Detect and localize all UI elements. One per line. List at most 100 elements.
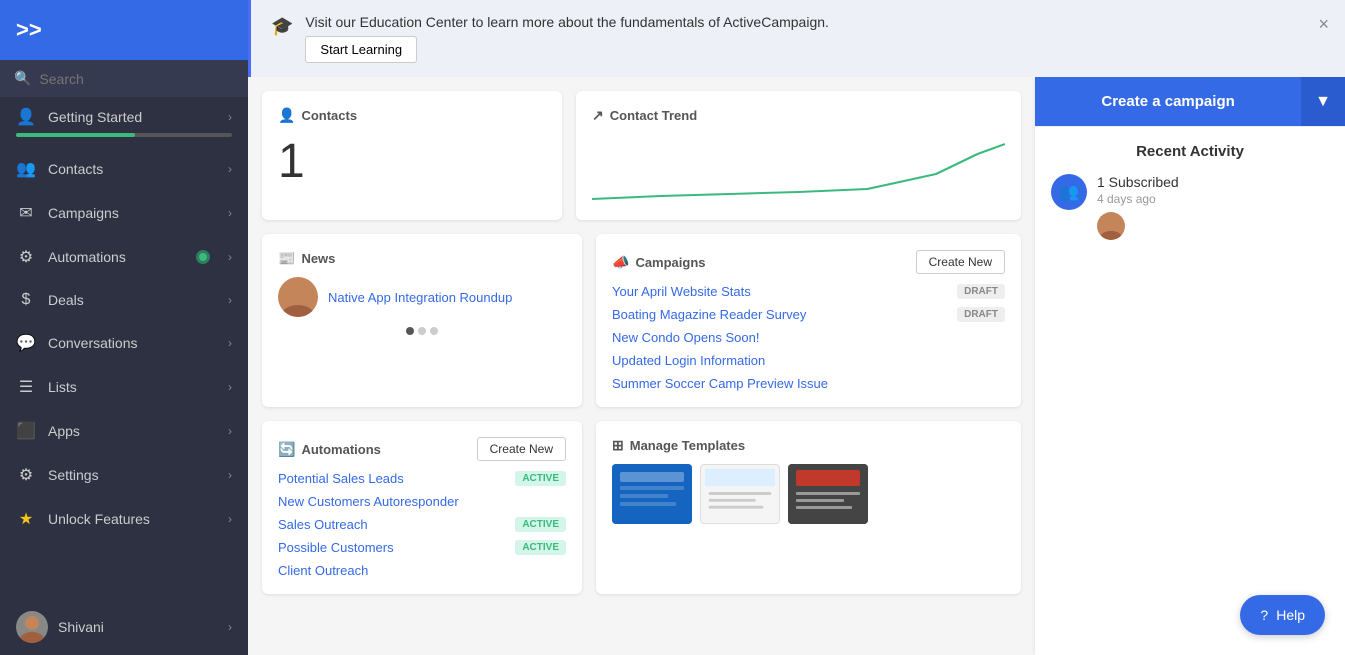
center-panel: 👤 Contacts 1 ↗ Contact Trend [248, 77, 1035, 655]
automations-card-header: 🔄 Automations Create New [278, 437, 566, 461]
automation-name[interactable]: Potential Sales Leads [278, 471, 404, 486]
automation-name[interactable]: Possible Customers [278, 540, 394, 555]
sidebar-item-label-automations: Automations [48, 249, 126, 265]
automation-name[interactable]: Sales Outreach [278, 517, 368, 532]
sidebar-item-unlock-features[interactable]: ★ Unlock Features › [0, 497, 248, 541]
sidebar-item-contacts[interactable]: 👥 Contacts › [0, 147, 248, 191]
automations-create-new-button[interactable]: Create New [477, 437, 566, 461]
apps-arrow: › [228, 424, 232, 438]
campaign-name[interactable]: Updated Login Information [612, 353, 765, 368]
sidebar-item-label-contacts: Contacts [48, 161, 103, 177]
user-menu[interactable]: Shivani › [0, 599, 248, 655]
settings-arrow: › [228, 468, 232, 482]
create-campaign-button[interactable]: Create a campaign [1035, 77, 1301, 126]
mid-row: 📰 News Native App Integration Roundup [262, 234, 1021, 407]
trend-card: ↗ Contact Trend [576, 91, 1021, 220]
search-icon: 🔍 [14, 70, 31, 87]
sidebar-item-label-campaigns: Campaigns [48, 205, 119, 221]
unlock-icon: ★ [16, 509, 36, 529]
automation-name[interactable]: New Customers Autoresponder [278, 494, 459, 509]
automations-card: 🔄 Automations Create New Potential Sales… [262, 421, 582, 594]
campaigns-arrow: › [228, 206, 232, 220]
getting-started-arrow: › [228, 110, 232, 124]
automation-name[interactable]: Client Outreach [278, 563, 368, 578]
news-dot-3[interactable] [430, 327, 438, 335]
news-dot-1[interactable] [406, 327, 414, 335]
table-row: Updated Login Information [612, 353, 1005, 368]
apps-icon: ⬛ [16, 421, 36, 441]
dashboard-body: 👤 Contacts 1 ↗ Contact Trend [248, 77, 1345, 655]
sidebar-item-automations[interactable]: ⚙ Automations › [0, 235, 248, 279]
main-content: 🎓 Visit our Education Center to learn mo… [248, 0, 1345, 655]
getting-started-icon: 👤 [16, 107, 36, 127]
news-item: Native App Integration Roundup [278, 277, 566, 317]
campaigns-title: 📣 Campaigns [612, 254, 706, 271]
banner-text: Visit our Education Center to learn more… [305, 14, 829, 30]
automations-arrow: › [228, 250, 232, 264]
trend-icon: ↗ [592, 107, 604, 124]
recent-activity: Recent Activity 👥 1 Subscribed 4 days ag… [1035, 127, 1345, 256]
sidebar-item-conversations[interactable]: 💬 Conversations › [0, 321, 248, 365]
contacts-icon: 👥 [16, 159, 36, 179]
activity-user-avatar [1097, 212, 1125, 240]
bottom-row: 🔄 Automations Create New Potential Sales… [262, 421, 1021, 594]
templates-icon: ⊞ [612, 437, 624, 454]
search-bar[interactable]: 🔍 [0, 60, 248, 97]
progress-bar-wrap [16, 133, 232, 137]
trend-card-title: ↗ Contact Trend [592, 107, 1005, 124]
automation-badge: ACTIVE [515, 517, 566, 532]
campaign-name[interactable]: Your April Website Stats [612, 284, 751, 299]
sidebar-item-campaigns[interactable]: ✉ Campaigns › [0, 191, 248, 235]
campaign-list: Your April Website Stats DRAFT Boating M… [612, 284, 1005, 391]
user-name: Shivani [58, 619, 104, 635]
template-previews [612, 464, 1005, 524]
activity-avatar: 👥 [1051, 174, 1087, 210]
automations-card-icon: 🔄 [278, 441, 295, 458]
sidebar-item-apps[interactable]: ⬛ Apps › [0, 409, 248, 453]
sidebar-item-getting-started[interactable]: 👤 Getting Started › [0, 97, 248, 147]
automations-active-dot [194, 248, 212, 266]
banner-close-button[interactable]: × [1318, 14, 1329, 35]
template-preview-2[interactable] [700, 464, 780, 524]
progress-bar-fill [16, 133, 135, 137]
campaign-name[interactable]: Summer Soccer Camp Preview Issue [612, 376, 828, 391]
create-campaign-dropdown-button[interactable]: ▼ [1301, 77, 1345, 126]
help-label: Help [1276, 607, 1305, 623]
deals-arrow: › [228, 293, 232, 307]
campaigns-card-icon: 📣 [612, 254, 629, 271]
sidebar-item-label-conversations: Conversations [48, 335, 138, 351]
trend-chart [592, 134, 1005, 204]
automations-card-title: 🔄 Automations [278, 441, 381, 458]
campaign-name[interactable]: New Condo Opens Soon! [612, 330, 759, 345]
sidebar-item-lists[interactable]: ☰ Lists › [0, 365, 248, 409]
contacts-card: 👤 Contacts 1 [262, 91, 562, 220]
sidebar-item-deals[interactable]: $ Deals › [0, 279, 248, 321]
campaigns-create-new-button[interactable]: Create New [916, 250, 1005, 274]
template-preview-3[interactable] [788, 464, 868, 524]
news-avatar [278, 277, 318, 317]
expand-icon[interactable]: >> [16, 17, 42, 43]
top-row: 👤 Contacts 1 ↗ Contact Trend [262, 91, 1021, 220]
start-learning-button[interactable]: Start Learning [305, 36, 417, 63]
news-dot-2[interactable] [418, 327, 426, 335]
sidebar-item-settings[interactable]: ⚙ Settings › [0, 453, 248, 497]
conversations-arrow: › [228, 336, 232, 350]
lists-arrow: › [228, 380, 232, 394]
contacts-count: 1 [278, 134, 546, 189]
campaign-badge: DRAFT [957, 284, 1005, 299]
news-card: 📰 News Native App Integration Roundup [262, 234, 582, 407]
campaign-name[interactable]: Boating Magazine Reader Survey [612, 307, 806, 322]
news-link[interactable]: Native App Integration Roundup [328, 290, 512, 305]
campaigns-card: 📣 Campaigns Create New Your April Websit… [596, 234, 1021, 407]
sidebar-header: >> [0, 0, 248, 60]
template-preview-1[interactable] [612, 464, 692, 524]
education-banner: 🎓 Visit our Education Center to learn mo… [248, 0, 1345, 77]
right-panel: Create a campaign ▼ Recent Activity 👥 1 … [1035, 77, 1345, 655]
search-input[interactable] [39, 71, 234, 87]
sidebar-item-label-lists: Lists [48, 379, 77, 395]
help-icon: ? [1260, 607, 1268, 623]
help-button[interactable]: ? Help [1240, 595, 1325, 635]
conversations-icon: 💬 [16, 333, 36, 353]
templates-card-title: ⊞ Manage Templates [612, 437, 1005, 454]
table-row: New Condo Opens Soon! [612, 330, 1005, 345]
